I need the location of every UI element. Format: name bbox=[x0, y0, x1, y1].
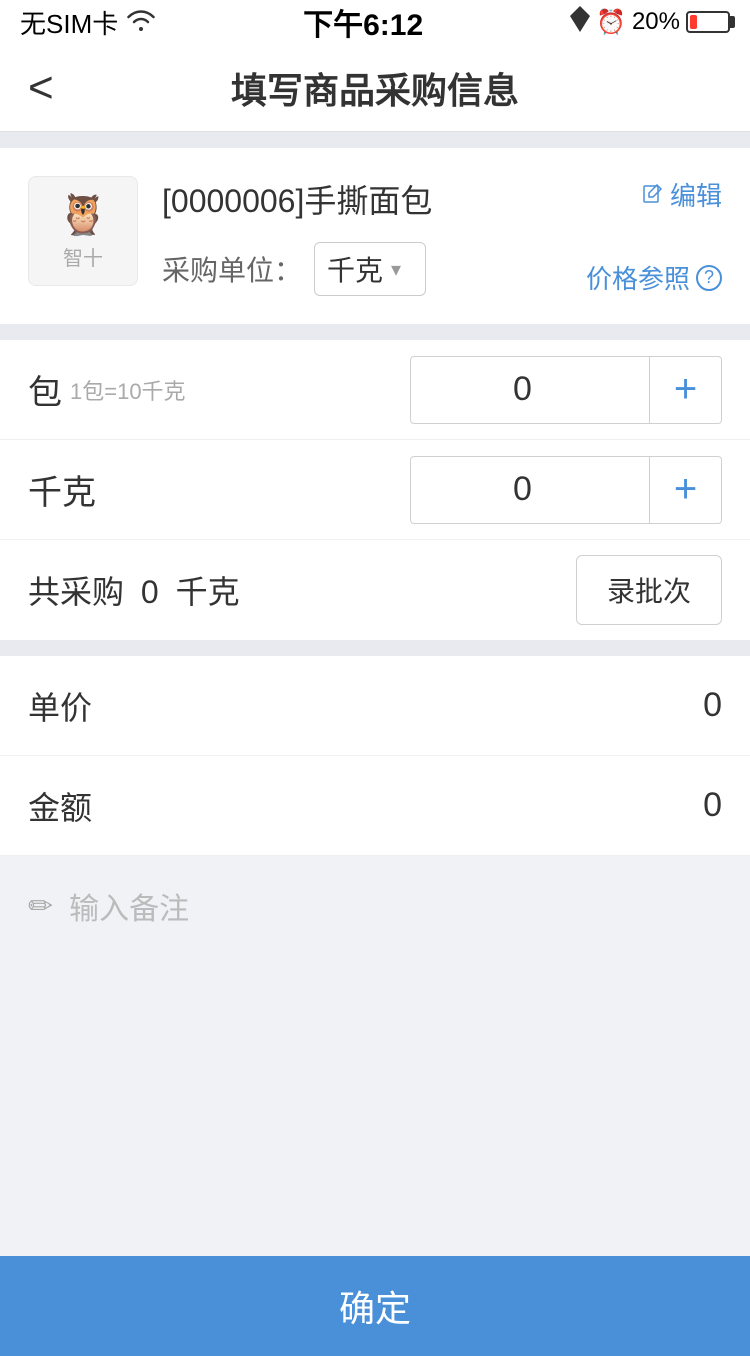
product-thumb-owl-icon: 🦉 bbox=[58, 191, 108, 238]
note-section[interactable]: ✏ 输入备注 bbox=[0, 856, 750, 956]
price-ref-label: 价格参照 bbox=[586, 259, 690, 296]
pack-input-group: + bbox=[410, 356, 722, 424]
chevron-down-icon: ▾ bbox=[391, 257, 401, 282]
status-time: 下午6:12 bbox=[303, 0, 423, 44]
wifi-icon bbox=[126, 7, 156, 38]
unit-value: 千克 bbox=[327, 249, 383, 289]
battery-icon bbox=[686, 11, 730, 33]
status-bar: 无SIM卡 下午6:12 ⏰ 20% bbox=[0, 0, 750, 44]
alarm-icon: ⏰ bbox=[596, 8, 626, 37]
kg-plus-button[interactable]: + bbox=[650, 456, 722, 524]
status-right: ⏰ 20% bbox=[570, 6, 730, 39]
back-button[interactable]: < bbox=[28, 66, 54, 110]
status-left: 无SIM卡 bbox=[20, 4, 156, 41]
product-thumb-label: 智十 bbox=[63, 242, 103, 271]
pack-label: 包 bbox=[28, 365, 62, 414]
divider-mid1 bbox=[0, 324, 750, 340]
divider-mid2 bbox=[0, 640, 750, 656]
kg-row: 千克 + bbox=[0, 440, 750, 540]
total-value: 0 bbox=[141, 574, 159, 610]
info-circle-icon: ? bbox=[696, 265, 722, 291]
product-name: [0000006]手撕面包 bbox=[162, 176, 722, 222]
kg-label: 千克 bbox=[28, 465, 96, 514]
confirm-label: 确定 bbox=[339, 1280, 411, 1332]
amount-row: 金额 0 bbox=[0, 756, 750, 856]
nav-bar: < 填写商品采购信息 bbox=[0, 44, 750, 132]
location-icon bbox=[570, 6, 590, 39]
amount-value: 0 bbox=[703, 786, 722, 825]
carrier-label: 无SIM卡 bbox=[20, 4, 118, 41]
total-unit: 千克 bbox=[176, 574, 240, 610]
pack-row: 包 1包=10千克 + bbox=[0, 340, 750, 440]
unit-price-row: 单价 0 bbox=[0, 656, 750, 756]
confirm-button[interactable]: 确定 bbox=[0, 1256, 750, 1356]
divider-top bbox=[0, 132, 750, 148]
batch-button[interactable]: 录批次 bbox=[576, 555, 722, 625]
unit-label: 采购单位： bbox=[162, 249, 302, 289]
battery-fill bbox=[690, 15, 697, 29]
price-ref-button[interactable]: 价格参照 ? bbox=[586, 259, 722, 296]
unit-price-label: 单价 bbox=[28, 683, 92, 729]
kg-quantity-input[interactable] bbox=[410, 456, 650, 524]
pricing-section: 单价 0 金额 0 bbox=[0, 656, 750, 856]
total-label: 共采购 bbox=[28, 574, 124, 610]
pack-sub-label: 1包=10千克 bbox=[70, 374, 186, 406]
edit-button[interactable]: 编辑 bbox=[642, 176, 722, 213]
pencil-icon: ✏ bbox=[28, 889, 53, 924]
bottom-spacer bbox=[0, 956, 750, 1256]
page-title: 填写商品采购信息 bbox=[231, 62, 519, 114]
note-placeholder: 输入备注 bbox=[69, 884, 189, 928]
pack-quantity-input[interactable] bbox=[410, 356, 650, 424]
battery-percent: 20% bbox=[632, 8, 680, 36]
edit-label: 编辑 bbox=[670, 176, 722, 213]
unit-select[interactable]: 千克 ▾ bbox=[314, 242, 426, 296]
total-row: 共采购 0 千克 录批次 bbox=[0, 540, 750, 640]
total-text: 共采购 0 千克 bbox=[28, 567, 240, 613]
unit-price-value: 0 bbox=[703, 686, 722, 725]
product-card: 🦉 智十 [0000006]手撕面包 采购单位： 千克 ▾ 编辑 价格参照 ? bbox=[0, 148, 750, 324]
quantity-section: 包 1包=10千克 + 千克 + bbox=[0, 340, 750, 540]
pack-plus-button[interactable]: + bbox=[650, 356, 722, 424]
kg-input-group: + bbox=[410, 456, 722, 524]
amount-label: 金额 bbox=[28, 783, 92, 829]
product-thumbnail: 🦉 智十 bbox=[28, 176, 138, 286]
